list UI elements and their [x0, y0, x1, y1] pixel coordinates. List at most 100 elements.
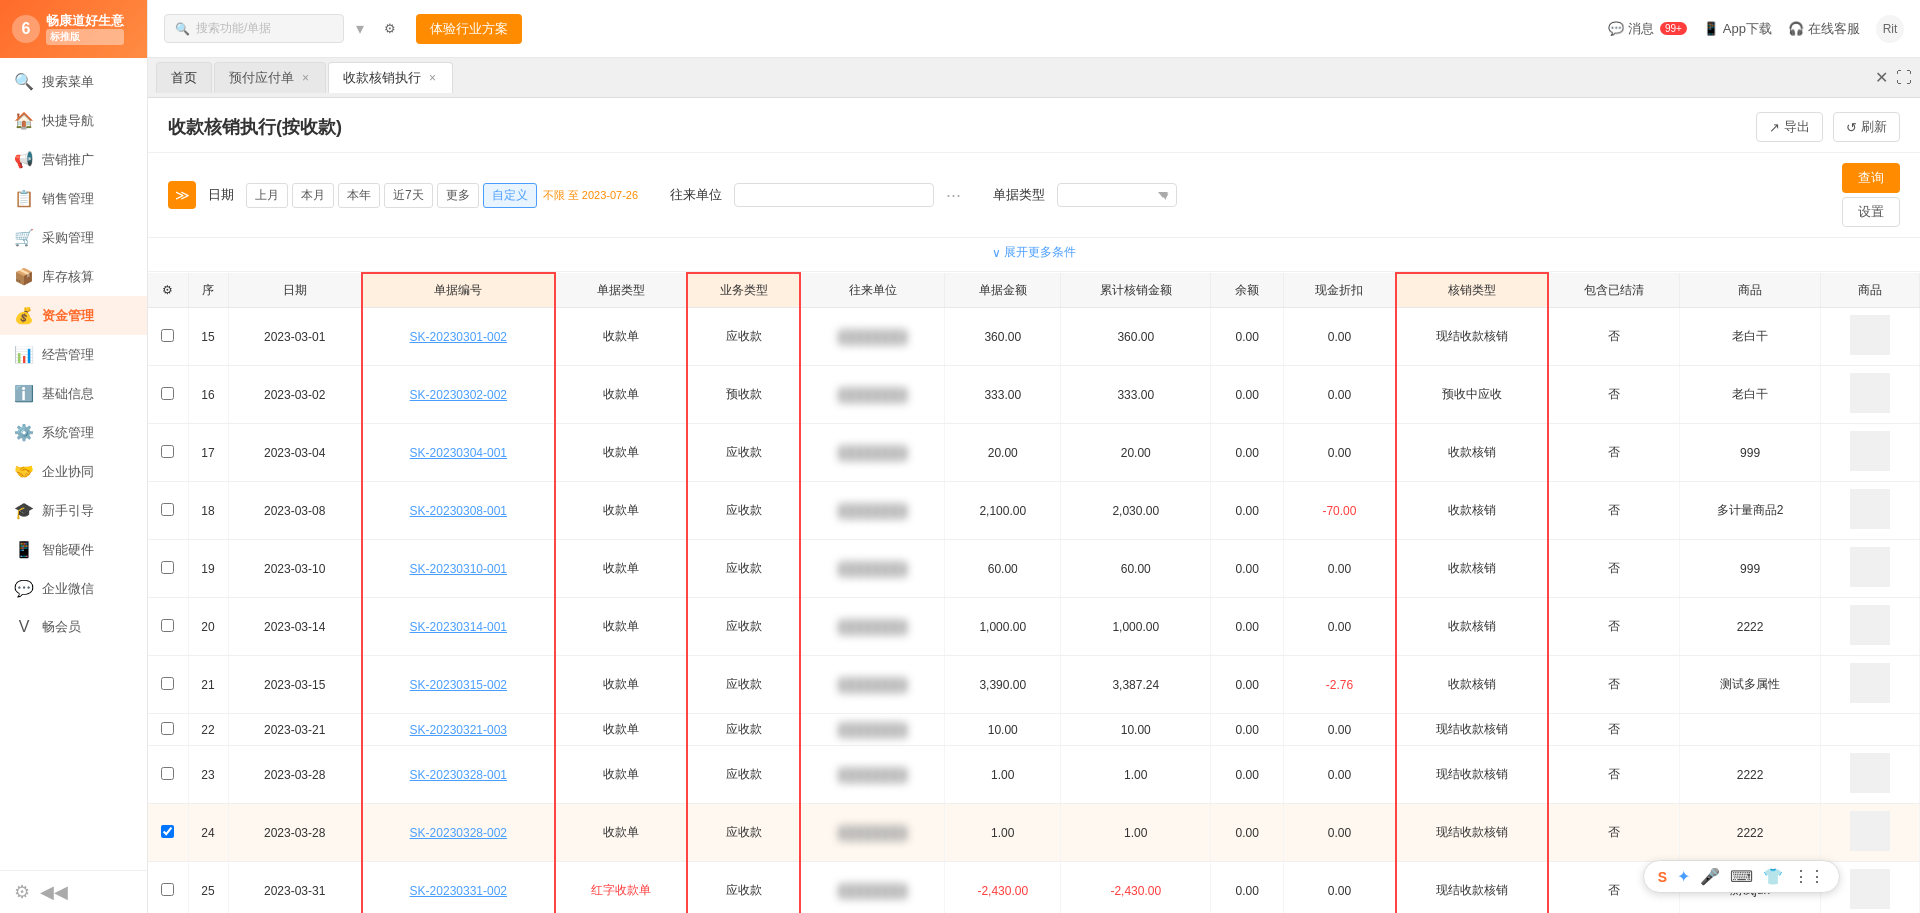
row-bill-no[interactable]: SK-20230315-002 [362, 656, 555, 714]
row-bill-no[interactable]: SK-20230308-001 [362, 482, 555, 540]
custom-date-btn[interactable]: 自定义 [483, 183, 537, 208]
gear-icon[interactable]: ⚙ [376, 15, 404, 43]
sidebar-item-sales[interactable]: 📋 销售管理 [0, 179, 147, 218]
tab-prepay[interactable]: 预付应付单 × [214, 62, 326, 93]
row-checkbox-cell[interactable] [148, 746, 188, 804]
trial-btn[interactable]: 体验行业方案 [416, 14, 522, 44]
sidebar-item-collab[interactable]: 🤝 企业协同 [0, 452, 147, 491]
setting-btn[interactable]: 设置 [1842, 197, 1900, 227]
row-bill-no[interactable]: SK-20230328-002 [362, 804, 555, 862]
row-checkbox-cell[interactable] [148, 804, 188, 862]
sidebar-item-guide[interactable]: 🎓 新手引导 [0, 491, 147, 530]
row-checkbox-cell[interactable] [148, 656, 188, 714]
row-checkbox[interactable] [161, 619, 174, 632]
row-counterpart: ████████ [800, 424, 945, 482]
settings-bottom-icon[interactable]: ⚙ [14, 881, 30, 903]
messages-btn[interactable]: 💬 消息 99+ [1608, 20, 1687, 38]
row-bill-no[interactable]: SK-20230331-002 [362, 862, 555, 914]
sidebar-item-system[interactable]: ⚙️ 系统管理 [0, 413, 147, 452]
filter-toggle-btn[interactable]: ≫ [168, 181, 196, 209]
app-download-btn[interactable]: 📱 App下载 [1703, 20, 1772, 38]
row-bill-no[interactable]: SK-20230302-002 [362, 366, 555, 424]
tabs-right-actions: ✕ ⛶ [1875, 68, 1912, 87]
sidebar-item-hardware[interactable]: 📱 智能硬件 [0, 530, 147, 569]
tab-home[interactable]: 首页 [156, 62, 212, 93]
online-support-btn[interactable]: 🎧 在线客服 [1788, 20, 1860, 38]
row-date: 2023-03-14 [228, 598, 362, 656]
sidebar-item-finance[interactable]: 💰 资金管理 [0, 296, 147, 335]
row-checkbox[interactable] [161, 561, 174, 574]
last-month-btn[interactable]: 上月 [246, 183, 288, 208]
row-checkbox[interactable] [161, 503, 174, 516]
row-checkbox-cell[interactable] [148, 482, 188, 540]
row-bill-no[interactable]: SK-20230321-003 [362, 714, 555, 746]
row-counterpart: ████████ [800, 366, 945, 424]
tab-collection[interactable]: 收款核销执行 × [328, 62, 453, 93]
row-checkbox-cell[interactable] [148, 598, 188, 656]
row-bill-no[interactable]: SK-20230310-001 [362, 540, 555, 598]
expand-conditions-btn[interactable]: ∨ 展开更多条件 [992, 244, 1076, 261]
row-checkbox[interactable] [161, 722, 174, 735]
row-counterpart: ████████ [800, 308, 945, 366]
row-checkbox[interactable] [161, 767, 174, 780]
row-amount: 1.00 [945, 804, 1061, 862]
sidebar-item-wechat[interactable]: 💬 企业微信 [0, 569, 147, 608]
row-bill-type: 收款单 [555, 656, 687, 714]
row-include-settled: 否 [1548, 656, 1680, 714]
export-btn[interactable]: ↗ 导出 [1756, 112, 1823, 142]
sidebar-item-search[interactable]: 🔍 搜索菜单 [0, 62, 147, 101]
row-bill-no[interactable]: SK-20230301-002 [362, 308, 555, 366]
sidebar-item-purchase[interactable]: 🛒 采购管理 [0, 218, 147, 257]
collapse-icon[interactable]: ◀◀ [40, 881, 68, 903]
row-checkbox[interactable] [161, 445, 174, 458]
row-checkbox-cell[interactable] [148, 862, 188, 914]
sidebar-item-quicknav[interactable]: 🏠 快捷导航 [0, 101, 147, 140]
more-date-btn[interactable]: 更多 [437, 183, 479, 208]
sidebar-item-basic[interactable]: ℹ️ 基础信息 [0, 374, 147, 413]
sidebar-item-inventory[interactable]: 📦 库存核算 [0, 257, 147, 296]
row-checkbox[interactable] [161, 883, 174, 896]
row-bill-no[interactable]: SK-20230304-001 [362, 424, 555, 482]
row-bill-no[interactable]: SK-20230314-001 [362, 598, 555, 656]
refresh-btn[interactable]: ↺ 刷新 [1833, 112, 1900, 142]
last-7days-btn[interactable]: 近7天 [384, 183, 433, 208]
topbar-search-box[interactable]: 🔍 搜索功能/单据 [164, 14, 344, 43]
th-settings[interactable]: ⚙ [148, 273, 188, 308]
th-date: 日期 [228, 273, 362, 308]
row-checkbox[interactable] [161, 825, 174, 838]
this-year-btn[interactable]: 本年 [338, 183, 380, 208]
table-row: 17 2023-03-04 SK-20230304-001 收款单 应收款 ██… [148, 424, 1920, 482]
ime-shirt-icon[interactable]: 👕 [1763, 867, 1783, 886]
date-filter-label: 日期 [208, 186, 234, 204]
sidebar-item-marketing[interactable]: 📢 营销推广 [0, 140, 147, 179]
ime-bar: S ✦ 🎤 ⌨ 👕 ⋮⋮ [1643, 860, 1840, 893]
sidebar-item-operations[interactable]: 📊 经营管理 [0, 335, 147, 374]
tab-fullscreen-icon[interactable]: ⛶ [1896, 69, 1912, 87]
tab-prepay-close[interactable]: × [300, 71, 311, 85]
row-cancel-type: 现结收款核销 [1396, 714, 1548, 746]
row-checkbox-cell[interactable] [148, 308, 188, 366]
user-avatar[interactable]: Rit [1876, 15, 1904, 43]
row-bill-type: 收款单 [555, 424, 687, 482]
query-btn[interactable]: 查询 [1842, 163, 1900, 193]
ime-mic-icon[interactable]: 🎤 [1700, 867, 1720, 886]
tab-close-all-icon[interactable]: ✕ [1875, 68, 1888, 87]
row-checkbox[interactable] [161, 387, 174, 400]
row-checkbox-cell[interactable] [148, 366, 188, 424]
row-checkbox[interactable] [161, 677, 174, 690]
row-goods2 [1821, 540, 1920, 598]
inventory-icon: 📦 [14, 267, 34, 286]
sidebar-item-member[interactable]: V 畅会员 [0, 608, 147, 646]
row-checkbox-cell[interactable] [148, 714, 188, 746]
tab-collection-close[interactable]: × [427, 71, 438, 85]
ime-keyboard-icon[interactable]: ⌨ [1730, 867, 1753, 886]
row-checkbox-cell[interactable] [148, 540, 188, 598]
row-checkbox-cell[interactable] [148, 424, 188, 482]
row-bill-no[interactable]: SK-20230328-001 [362, 746, 555, 804]
receipt-type-select[interactable] [1057, 183, 1177, 207]
ime-grid-icon[interactable]: ⋮⋮ [1793, 867, 1825, 886]
this-month-btn[interactable]: 本月 [292, 183, 334, 208]
th-bill-no: 单据编号 [362, 273, 555, 308]
counterpart-input[interactable] [734, 183, 934, 207]
row-checkbox[interactable] [161, 329, 174, 342]
